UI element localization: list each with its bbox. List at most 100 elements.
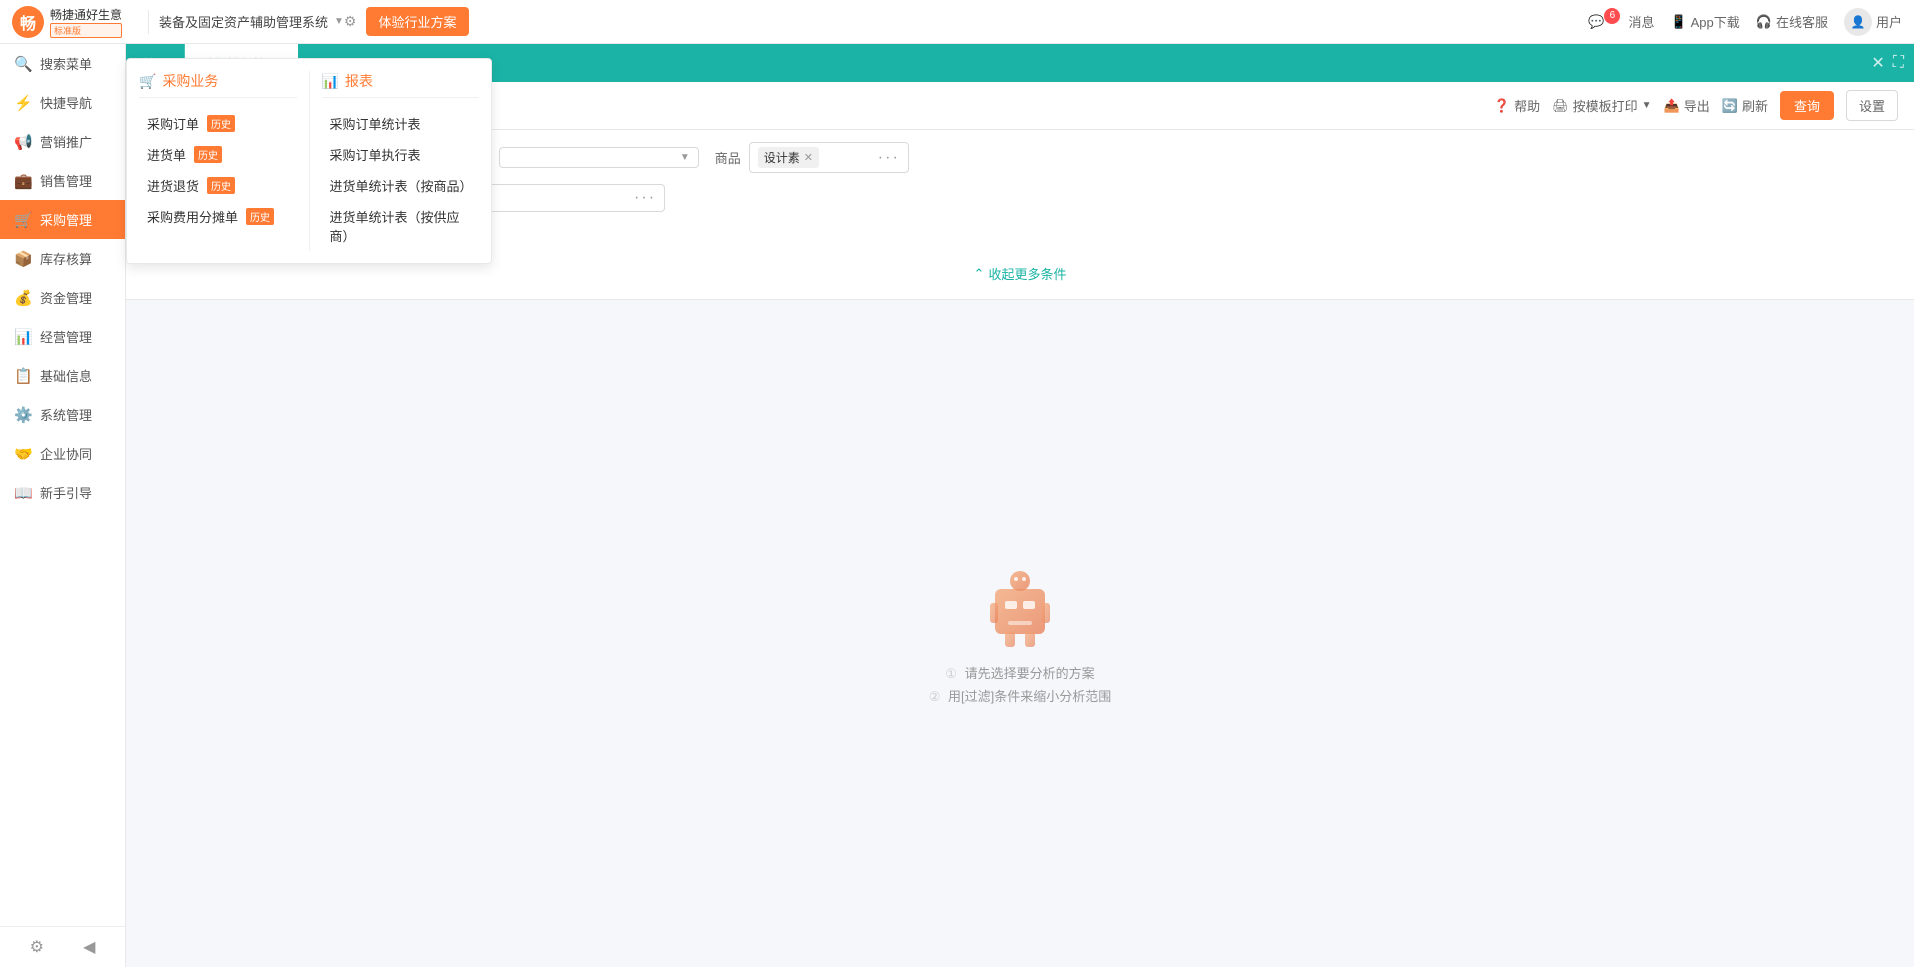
- purchase-dropdown-menu: 🛒 采购业务 采购订单 历史 进货单 历史 进货退货 历史 采购费用分摊单 历史: [126, 58, 492, 264]
- print-icon: 🖨: [1552, 98, 1569, 114]
- collapse-button[interactable]: ⌃ 收起更多条件: [974, 264, 1067, 283]
- operations-icon: 📊: [14, 328, 32, 346]
- menu-item-purchase-order-stats[interactable]: 采购订单统计表: [322, 108, 480, 139]
- menu-section-divider: [309, 71, 310, 251]
- sidebar-item-operations[interactable]: 📊 经营管理: [0, 317, 125, 356]
- menu-item-receipt[interactable]: 进货单 历史: [139, 139, 297, 170]
- purchase-return-history-badge: 历史: [207, 177, 235, 194]
- goods-label: 商品: [715, 148, 741, 167]
- receipt-label: 进货单: [147, 145, 186, 164]
- purchase-order-exec-label: 采购订单执行表: [330, 145, 421, 164]
- purchase-order-stats-label: 采购订单统计表: [330, 114, 421, 133]
- search-icon: 🔍: [14, 55, 32, 73]
- goods-more[interactable]: ···: [878, 149, 900, 167]
- export-button[interactable]: 📤 导出: [1664, 96, 1710, 115]
- goods-filter: 商品 设计素 ✕ ···: [715, 142, 909, 173]
- system-dropdown-arrow[interactable]: ▼: [334, 16, 344, 27]
- sidebar-bottom: ⚙ ◀: [0, 926, 125, 967]
- tab-spacer: [298, 44, 1861, 82]
- sidebar-menu: 🔍 搜索菜单 ⚡ 快捷导航 📢 营销推广 💼 销售管理 🛒 采购管理: [0, 44, 125, 926]
- sidebar-item-inventory[interactable]: 📦 库存核算: [0, 239, 125, 278]
- avatar-icon: 👤: [1851, 15, 1866, 29]
- headset-icon: 🎧: [1756, 14, 1772, 30]
- sidebar-item-finance[interactable]: 💰 资金管理: [0, 278, 125, 317]
- sidebar-item-marketing[interactable]: 📢 营销推广: [0, 122, 125, 161]
- system-icon: ⚙️: [14, 406, 32, 424]
- messages-badge: 6: [1604, 8, 1620, 24]
- refresh-button[interactable]: 🔄 刷新: [1722, 96, 1768, 115]
- tab-controls: ✕ ⛶: [1861, 44, 1914, 82]
- sidebar-label-enterprise: 企业协同: [40, 444, 92, 463]
- sidebar-item-purchase[interactable]: 🛒 采购管理: [0, 200, 125, 239]
- voucher-status-select[interactable]: ▼: [499, 147, 699, 168]
- print-template-button[interactable]: 🖨 按模板打印 ▼: [1552, 96, 1651, 115]
- logo-badge: 标准版: [50, 23, 122, 38]
- app-download-item[interactable]: 📱 App下载: [1670, 12, 1739, 31]
- menu-item-receipt-stats-goods[interactable]: 进货单统计表（按商品）: [322, 170, 480, 201]
- menu-item-purchase-cost[interactable]: 采购费用分摊单 历史: [139, 201, 297, 232]
- help-icon: ❓: [1494, 98, 1510, 114]
- enterprise-icon: 🤝: [14, 445, 32, 463]
- base-info-icon: 📋: [14, 367, 32, 385]
- top-right: 💬 6 消息 📱 App下载 🎧 在线客服 👤 用户: [1588, 8, 1902, 36]
- system-title: 装备及固定资产辅助管理系统 ▼: [159, 12, 344, 31]
- salesperson-select[interactable]: ···: [465, 184, 665, 212]
- marketing-icon: 📢: [14, 133, 32, 151]
- empty-state: ① 请先选择要分析的方案 ② 用[过滤]条件来缩小分析范围: [929, 559, 1112, 709]
- sidebar-label-guide: 新手引导: [40, 483, 92, 502]
- menu-item-purchase-return[interactable]: 进货退货 历史: [139, 170, 297, 201]
- collapse-sidebar-icon[interactable]: ◀: [83, 937, 95, 957]
- salesperson-more[interactable]: ···: [634, 189, 656, 207]
- sales-icon: 💼: [14, 172, 32, 190]
- trial-button[interactable]: 体验行业方案: [366, 7, 468, 36]
- menu-item-receipt-stats-supplier[interactable]: 进货单统计表（按供应商）: [322, 201, 480, 251]
- receipt-stats-goods-label: 进货单统计表（按商品）: [330, 176, 472, 195]
- sidebar-item-quick-nav[interactable]: ⚡ 快捷导航: [0, 83, 125, 122]
- messages-item[interactable]: 💬 6 消息: [1588, 12, 1654, 31]
- purchase-section-icon: 🛒: [139, 73, 156, 90]
- content-main: ① 请先选择要分析的方案 ② 用[过滤]条件来缩小分析范围: [126, 300, 1914, 967]
- report-section-title: 📊 报表: [322, 71, 480, 98]
- inventory-icon: 📦: [14, 250, 32, 268]
- sidebar-item-guide[interactable]: 📖 新手引导: [0, 473, 125, 512]
- purchase-return-label: 进货退货: [147, 176, 199, 195]
- report-section: 📊 报表 采购订单统计表 采购订单执行表 进货单统计表（按商品） 进货单统计表（…: [322, 71, 480, 251]
- receipt-stats-supplier-label: 进货单统计表（按供应商）: [330, 207, 472, 245]
- sidebar-item-system[interactable]: ⚙️ 系统管理: [0, 395, 125, 434]
- system-title-text: 装备及固定资产辅助管理系统: [159, 12, 328, 31]
- query-button[interactable]: 查询: [1780, 91, 1834, 120]
- goods-tag-close[interactable]: ✕: [804, 151, 813, 164]
- online-service-item[interactable]: 🎧 在线客服: [1756, 12, 1828, 31]
- top-bar: 畅 畅捷通好生意 标准版 装备及固定资产辅助管理系统 ▼ ⚙ 体验行业方案 💬 …: [0, 0, 1914, 44]
- goods-select[interactable]: 设计素 ✕ ···: [749, 142, 909, 173]
- print-dropdown-icon: ▼: [1642, 100, 1652, 111]
- guide-icon: 📖: [14, 484, 32, 502]
- logo-text: 畅捷通好生意 标准版: [50, 6, 122, 38]
- settings-icon[interactable]: ⚙: [344, 13, 357, 30]
- user-item[interactable]: 👤 用户: [1844, 8, 1902, 36]
- empty-illustration: [970, 559, 1070, 659]
- sidebar-label-quick-nav: 快捷导航: [40, 93, 92, 112]
- close-tab-icon[interactable]: ✕: [1871, 53, 1884, 73]
- collapse-up-icon: ⌃: [974, 266, 985, 282]
- sidebar-item-enterprise[interactable]: 🤝 企业协同: [0, 434, 125, 473]
- help-button[interactable]: ❓ 帮助: [1494, 96, 1540, 115]
- maximize-tab-icon[interactable]: ⛶: [1893, 54, 1904, 72]
- purchase-order-label: 采购订单: [147, 114, 199, 133]
- settings-button[interactable]: 设置: [1846, 90, 1898, 121]
- sidebar: 🔍 搜索菜单 ⚡ 快捷导航 📢 营销推广 💼 销售管理 🛒 采购管理: [0, 44, 126, 967]
- menu-item-purchase-order[interactable]: 采购订单 历史: [139, 108, 297, 139]
- logo-area: 畅 畅捷通好生意 标准版: [12, 6, 138, 38]
- sidebar-label-finance: 资金管理: [40, 288, 92, 307]
- menu-item-purchase-order-exec[interactable]: 采购订单执行表: [322, 139, 480, 170]
- sidebar-item-base-info[interactable]: 📋 基础信息: [0, 356, 125, 395]
- empty-tip-1: ① 请先选择要分析的方案: [929, 662, 1112, 685]
- divider: [148, 10, 149, 34]
- purchase-order-history-badge: 历史: [207, 115, 235, 132]
- sidebar-item-search[interactable]: 🔍 搜索菜单: [0, 44, 125, 83]
- sidebar-label-marketing: 营销推广: [40, 132, 92, 151]
- sidebar-item-sales[interactable]: 💼 销售管理: [0, 161, 125, 200]
- report-section-icon: 📊: [322, 73, 339, 90]
- settings-bottom-icon[interactable]: ⚙: [30, 937, 44, 957]
- purchase-section: 🛒 采购业务 采购订单 历史 进货单 历史 进货退货 历史 采购费用分摊单 历史: [139, 71, 297, 251]
